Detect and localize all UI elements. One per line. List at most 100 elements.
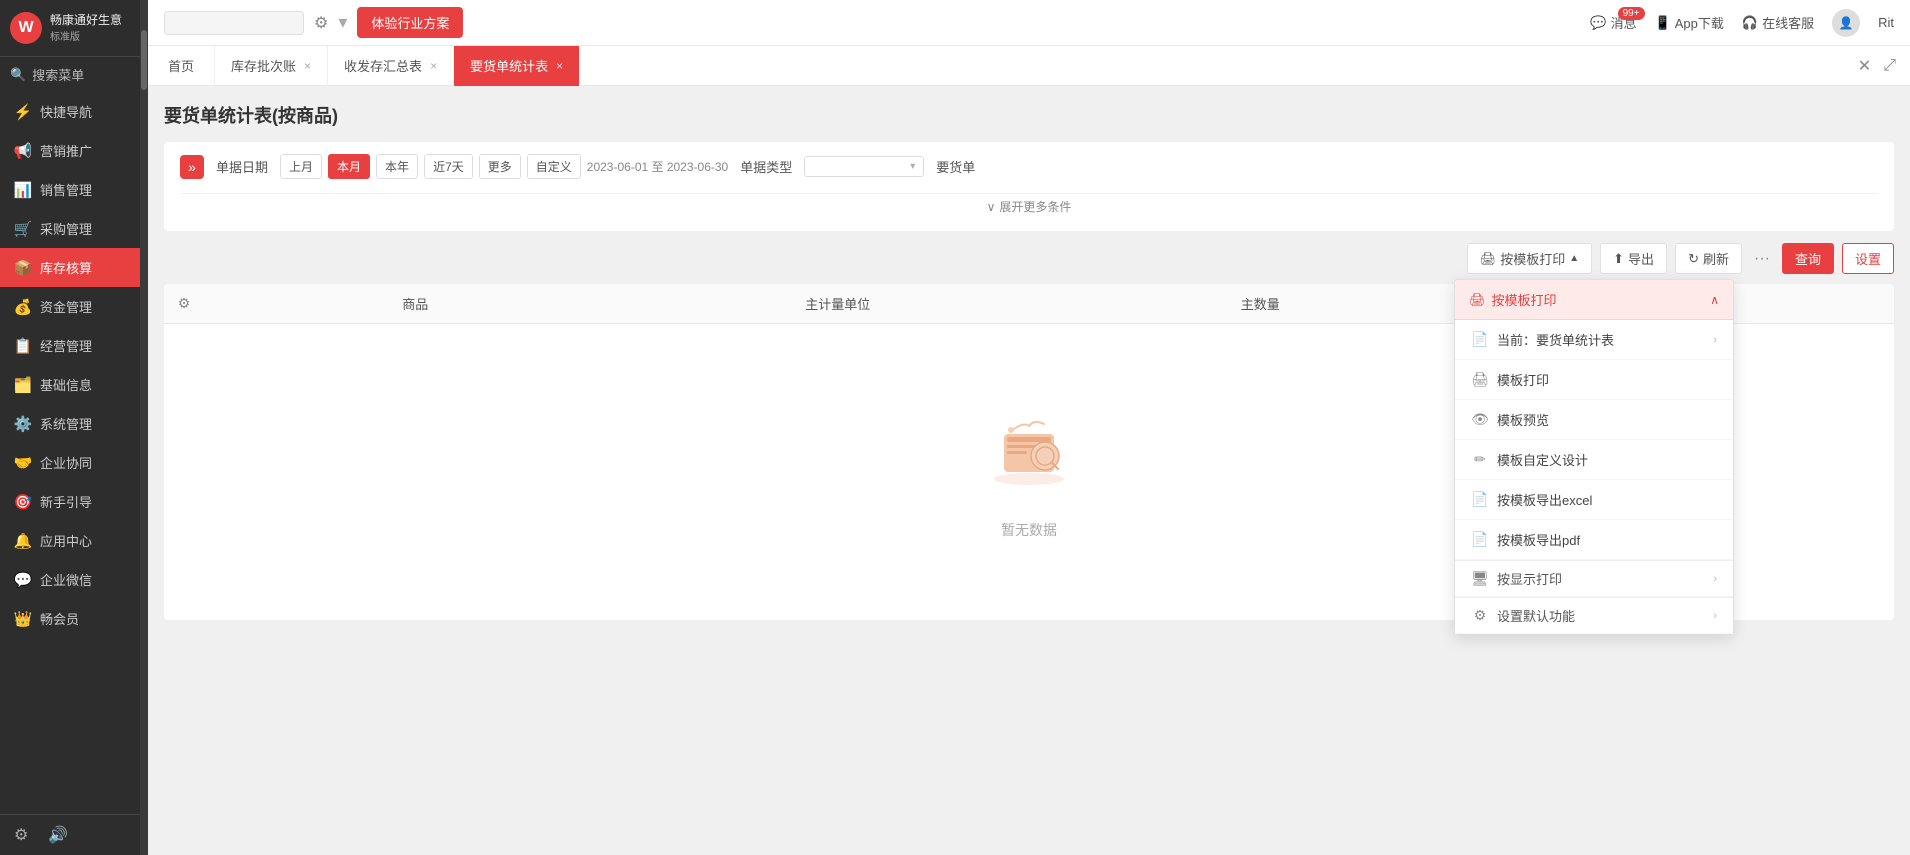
quick-nav-icon: ⚡ — [14, 103, 32, 121]
sound-footer-icon[interactable]: 🔊 — [48, 825, 68, 845]
date-range-display: 2023-06-01 至 2023-06-30 — [587, 158, 728, 175]
sidebar-item-finance[interactable]: 💰 资金管理 — [0, 287, 140, 326]
messages-button[interactable]: 💬 消息 99+ — [1590, 13, 1636, 32]
system-icon: ⚙️ — [14, 415, 32, 433]
app-download-button[interactable]: 📱 App下载 — [1655, 13, 1724, 32]
date-btn-custom[interactable]: 自定义 — [527, 154, 581, 179]
filter-bar: » 单据日期 上月 本月 本年 近7天 更多 自定义 2023-06-01 至 … — [164, 142, 1894, 231]
tab-receipt-summary-close[interactable]: × — [430, 59, 437, 73]
wechat-icon: 💬 — [14, 571, 32, 589]
sidebar-item-wechat[interactable]: 💬 企业微信 — [0, 560, 140, 599]
date-btn-7days[interactable]: 近7天 — [424, 154, 473, 179]
tabbar-close-button[interactable]: ✕ — [1854, 52, 1875, 80]
template-custom-icon: ✏ — [1471, 451, 1489, 468]
sidebar-scrollbar[interactable] — [140, 0, 148, 855]
message-icon: 💬 — [1590, 15, 1606, 31]
dropdown-template-preview[interactable]: 👁 模板预览 — [1455, 400, 1733, 440]
dropdown-template-pdf[interactable]: 📄 按模板导出pdf — [1455, 520, 1733, 560]
dropdown-title-text: 按模板打印 — [1492, 290, 1557, 309]
sidebar-item-collab[interactable]: 🤝 企业协同 — [0, 443, 140, 482]
refresh-button[interactable]: ↻ 刷新 — [1675, 243, 1742, 274]
print-label: 按模板打印 — [1500, 249, 1565, 268]
sidebar-item-label: 营销推广 — [40, 141, 92, 160]
template-doc-icon: 📄 — [1471, 331, 1489, 348]
tab-order-stats-close[interactable]: × — [556, 59, 563, 73]
template-print-label: 模板打印 — [1497, 370, 1549, 389]
sidebar-nav: ⚡ 快捷导航 📢 营销推广 📊 销售管理 🛒 采购管理 📦 库存核算 💰 资金管… — [0, 92, 140, 814]
app-version: 标准版 — [50, 28, 122, 43]
sidebar-item-label: 企业微信 — [40, 570, 92, 589]
date-filter-group: 上月 本月 本年 近7天 更多 自定义 2023-06-01 至 2023-06… — [280, 154, 728, 179]
date-btn-this-month[interactable]: 本月 — [328, 154, 370, 179]
dropdown-default-func[interactable]: ⚙ 设置默认功能 › — [1455, 597, 1733, 634]
order-type-select[interactable]: ▾ — [804, 156, 924, 177]
base-info-icon: 🗂️ — [14, 376, 32, 394]
export-icon: ⬆ — [1613, 251, 1624, 267]
sidebar-item-purchase[interactable]: 🛒 采购管理 — [0, 209, 140, 248]
sidebar-scroll-thumb — [141, 30, 147, 90]
tab-batch-accounts-close[interactable]: × — [304, 59, 311, 73]
sidebar-item-member[interactable]: 👑 畅会员 — [0, 599, 140, 638]
dropdown-current-template[interactable]: 📄 当前：要货单统计表 › — [1455, 320, 1733, 360]
print-button[interactable]: 🖨 按模板打印 ▲ — [1467, 243, 1592, 274]
user-avatar[interactable]: 👤 — [1832, 9, 1860, 37]
topbar: ⚙ ▾ 体验行业方案 💬 消息 99+ 📱 App下载 🎧 在线客服 👤 Rit — [148, 0, 1910, 46]
inventory-icon: 📦 — [14, 259, 32, 277]
online-service-label: 在线客服 — [1762, 13, 1814, 32]
export-button[interactable]: ⬆ 导出 — [1600, 243, 1667, 274]
dropdown-close-icon[interactable]: ∧ — [1710, 293, 1719, 307]
sidebar-item-app-center[interactable]: 🔔 应用中心 — [0, 521, 140, 560]
tab-order-stats-label: 要货单统计表 — [470, 56, 548, 75]
dropdown-template-print[interactable]: 🖨 模板打印 — [1455, 360, 1733, 400]
sidebar-item-label: 新手引导 — [40, 492, 92, 511]
dropdown-template-custom[interactable]: ✏ 模板自定义设计 — [1455, 440, 1733, 480]
sidebar-item-quick-nav[interactable]: ⚡ 快捷导航 — [0, 92, 140, 131]
topbar-search-input[interactable] — [164, 11, 304, 35]
sidebar-item-label: 库存核算 — [40, 258, 92, 277]
tab-home-label: 首页 — [168, 56, 194, 75]
sidebar-item-label: 销售管理 — [40, 180, 92, 199]
settings-button[interactable]: 设置 — [1842, 243, 1894, 274]
tab-batch-accounts[interactable]: 库存批次账 × — [215, 46, 328, 86]
filter-expand-button[interactable]: » — [180, 155, 204, 179]
dropdown-display-print[interactable]: 🖥 按显示打印 › — [1455, 560, 1733, 597]
sidebar-item-base-info[interactable]: 🗂️ 基础信息 — [0, 365, 140, 404]
date-btn-last-month[interactable]: 上月 — [280, 154, 322, 179]
sidebar-search[interactable]: 🔍 搜索菜单 — [0, 57, 140, 92]
topbar-dropdown-arrow[interactable]: ▾ — [338, 12, 347, 33]
column-settings-icon[interactable]: ⚙ — [178, 295, 191, 311]
table-header-quantity: 主数量 — [1049, 294, 1472, 313]
more-options-icon[interactable]: ··· — [1750, 246, 1774, 272]
tab-order-stats[interactable]: 要货单统计表 × — [454, 46, 580, 86]
query-button[interactable]: 查询 — [1782, 243, 1834, 274]
sidebar-item-marketing[interactable]: 📢 营销推广 — [0, 131, 140, 170]
dropdown-header: 🖨 按模板打印 ∧ — [1455, 280, 1733, 320]
online-service-button[interactable]: 🎧 在线客服 — [1742, 13, 1814, 32]
date-btn-this-year[interactable]: 本年 — [376, 154, 418, 179]
page-title: 要货单统计表(按商品) — [164, 102, 1894, 128]
sidebar-item-label: 资金管理 — [40, 297, 92, 316]
dropdown-print-icon: 🖨 — [1469, 292, 1486, 308]
app-download-label: App下载 — [1675, 13, 1724, 32]
order-type-label: 单据类型 — [740, 157, 792, 176]
sidebar-item-sales[interactable]: 📊 销售管理 — [0, 170, 140, 209]
sidebar-item-operations[interactable]: 📋 经营管理 — [0, 326, 140, 365]
table-header-settings[interactable]: ⚙ — [164, 295, 204, 312]
settings-footer-icon[interactable]: ⚙ — [14, 825, 28, 845]
tab-receipt-summary[interactable]: 收发存汇总表 × — [328, 46, 454, 86]
dropdown-template-excel[interactable]: 📄 按模板导出excel — [1455, 480, 1733, 520]
empty-illustration — [979, 404, 1079, 504]
sidebar-item-guide[interactable]: 🎯 新手引导 — [0, 482, 140, 521]
sidebar-item-system[interactable]: ⚙️ 系统管理 — [0, 404, 140, 443]
expand-icon: » — [188, 159, 196, 175]
tabbar-expand-button[interactable]: ⤢ — [1879, 53, 1900, 79]
topbar-gear-icon[interactable]: ⚙ — [314, 13, 328, 33]
sidebar-item-inventory[interactable]: 📦 库存核算 — [0, 248, 140, 287]
tabbar: 首页 库存批次账 × 收发存汇总表 × 要货单统计表 × ✕ ⤢ — [148, 46, 1910, 86]
sidebar-item-label: 应用中心 — [40, 531, 92, 550]
tab-home[interactable]: 首页 — [148, 46, 215, 86]
expand-more-button[interactable]: ∨ 展开更多条件 — [180, 193, 1878, 219]
trial-button[interactable]: 体验行业方案 — [357, 7, 463, 38]
date-btn-more[interactable]: 更多 — [479, 154, 521, 179]
finance-icon: 💰 — [14, 298, 32, 316]
